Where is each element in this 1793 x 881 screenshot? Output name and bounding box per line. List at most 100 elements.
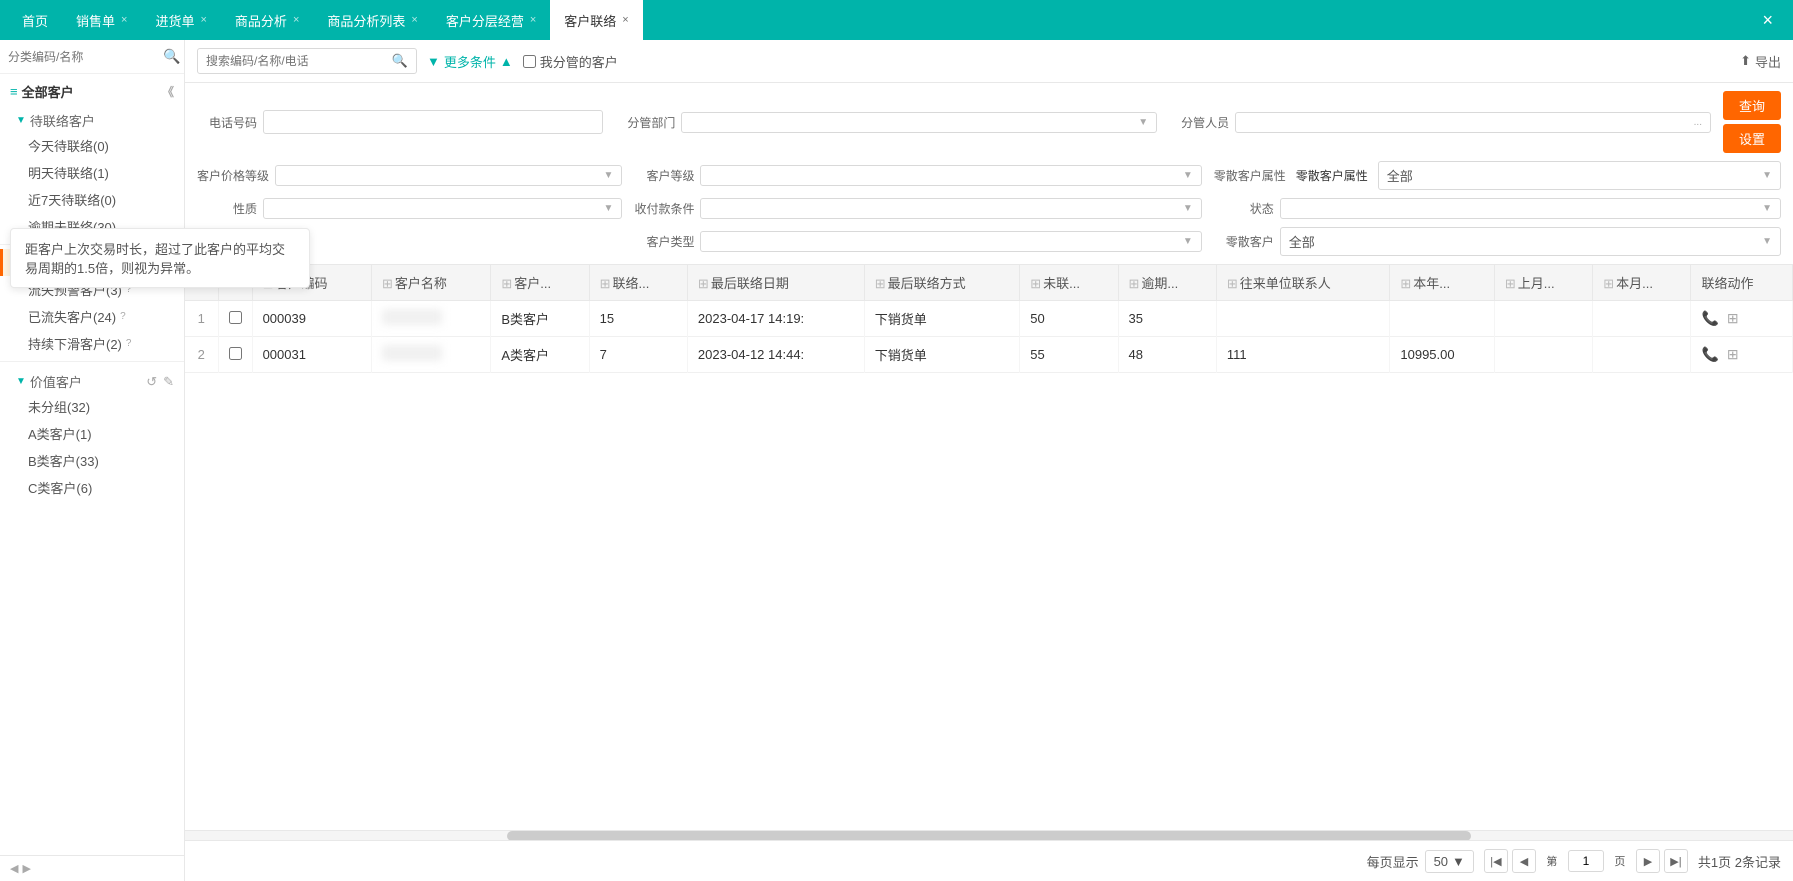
my-customers-checkbox[interactable] (523, 55, 536, 68)
nav-item-product-analysis[interactable]: 商品分析 × (221, 0, 313, 40)
filter-branch-person: 分管人员 ... (1169, 112, 1711, 133)
row-last-month-1 (1494, 301, 1592, 337)
window-close-button[interactable]: × (1762, 10, 1785, 31)
th-overdue[interactable]: ⊞逾期... (1118, 265, 1216, 301)
left-arrow-icon[interactable]: ◀ (10, 862, 18, 875)
filter-gender: 性质 ▼ (197, 198, 622, 219)
filter-panel: 电话号码 分管部门 ▼ 分管人员 ... (185, 83, 1793, 265)
contact-method-link-2[interactable]: 下销货单 (875, 348, 927, 363)
gender-select[interactable]: ▼ (263, 198, 622, 219)
settings-button[interactable]: 设置 (1723, 124, 1781, 153)
nav-item-product-list[interactable]: 商品分析列表 × (313, 0, 431, 40)
last-page-button[interactable]: ▶| (1664, 849, 1688, 873)
sidebar-search-area: 🔍 (0, 40, 184, 74)
nav-label-sales: 销售单 (76, 11, 115, 30)
th-last-contact-date[interactable]: ⊞最后联络日期 (687, 265, 864, 301)
phone-input[interactable] (263, 110, 603, 134)
payment-select[interactable]: ▼ (700, 198, 1201, 219)
th-contact-count[interactable]: ⊞联络... (589, 265, 687, 301)
price-level-select[interactable]: ▼ (275, 165, 622, 186)
sidebar-item-declining[interactable]: 持续下滑客户(2) ? (0, 330, 184, 357)
sidebar-item-ungrouped[interactable]: 未分组(32) (0, 393, 184, 420)
contact-method-link-1[interactable]: 下销货单 (875, 312, 927, 327)
close-icon-customer-contact[interactable]: × (622, 14, 628, 26)
next-page-button[interactable]: ▶ (1636, 849, 1660, 873)
close-icon-purchase[interactable]: × (200, 14, 206, 26)
footer: 每页显示 50 ▼ |◀ ◀ 第 页 ▶ ▶| 共1页 2条记录 (185, 840, 1793, 881)
th-action: 联络动作 (1691, 265, 1793, 301)
more-action-icon-1[interactable]: ⊞ (1727, 310, 1739, 327)
nav-item-sales[interactable]: 销售单 × (62, 0, 141, 40)
pending-contact-group: ▼ 待联络客户 (0, 105, 184, 132)
th-name[interactable]: ⊞客户名称 (371, 265, 490, 301)
more-filter-button[interactable]: ▼ 更多条件 ▲ (427, 52, 513, 71)
th-company-contact[interactable]: ⊞往来单位联系人 (1216, 265, 1390, 301)
retail-customer-select[interactable]: 全部 ▼ (1280, 227, 1781, 256)
th-last-contact-method[interactable]: ⊞最后联络方式 (864, 265, 1020, 301)
close-icon-product-list[interactable]: × (411, 14, 417, 26)
row-this-year-2: 10995.00 (1390, 337, 1495, 373)
pagination-nav: |◀ ◀ 第 页 ▶ ▶| (1484, 849, 1688, 873)
more-action-icon-2[interactable]: ⊞ (1727, 346, 1739, 363)
sidebar-search-input[interactable] (8, 50, 163, 64)
horizontal-scrollbar[interactable] (185, 830, 1793, 840)
customer-type-select[interactable]: ▼ (700, 231, 1201, 252)
th-uncontacted[interactable]: ⊞未联... (1020, 265, 1118, 301)
row-code-2: 000031 (252, 337, 371, 373)
phone-action-icon-2[interactable]: 📞 (1701, 346, 1718, 363)
refresh-icon[interactable]: ↺ (146, 374, 157, 390)
export-button[interactable]: ⬆ 导出 (1740, 52, 1781, 71)
query-button[interactable]: 查询 (1723, 91, 1781, 120)
row-select-checkbox-1[interactable] (229, 311, 242, 324)
search-input[interactable] (206, 54, 392, 68)
close-icon-customer-segment[interactable]: × (530, 14, 536, 26)
th-last-month[interactable]: ⊞上月... (1494, 265, 1592, 301)
customer-type-arrow: ▼ (1183, 236, 1193, 247)
row-select-checkbox-2[interactable] (229, 347, 242, 360)
right-arrow-icon[interactable]: ▶ (22, 862, 30, 875)
phone-action-icon-1[interactable]: 📞 (1701, 310, 1718, 327)
per-page-label: 每页显示 (1367, 852, 1419, 871)
close-icon-product-analysis[interactable]: × (293, 14, 299, 26)
filter-branch-dept: 分管部门 ▼ (615, 112, 1157, 133)
sidebar-item-7days[interactable]: 近7天待联络(0) (0, 186, 184, 213)
retail-attr-select[interactable]: 全部 ▼ (1378, 161, 1781, 190)
branch-person-select[interactable]: ... (1235, 112, 1711, 133)
nav-item-home[interactable]: 首页 (8, 0, 62, 40)
close-icon-sales[interactable]: × (121, 14, 127, 26)
sidebar-item-lost-customers[interactable]: 已流失客户(24) ? (0, 303, 184, 330)
per-page-select[interactable]: 50 ▼ (1425, 850, 1474, 873)
collapse-icon: 《 (162, 83, 174, 100)
customer-level-select[interactable]: ▼ (700, 165, 1201, 186)
filter-customer-type: 客户类型 ▼ (634, 231, 1201, 252)
prev-page-button[interactable]: ◀ (1512, 849, 1536, 873)
first-page-button[interactable]: |◀ (1484, 849, 1508, 873)
page-input[interactable] (1568, 850, 1604, 872)
row-name-1 (371, 301, 490, 337)
status-select[interactable]: ▼ (1280, 198, 1781, 219)
sidebar-item-today[interactable]: 今天待联络(0) (0, 132, 184, 159)
table-header-row: ⚙ ⊞客户编码 ⊞客户名称 ⊞客户... ⊞联络... ⊞最后联络日期 ⊞最后联… (185, 265, 1793, 301)
my-customers-checkbox-label[interactable]: 我分管的客户 (523, 52, 618, 71)
search-icon: 🔍 (392, 53, 408, 69)
nav-item-customer-segment[interactable]: 客户分层经营 × (432, 0, 550, 40)
th-level[interactable]: ⊞客户... (491, 265, 589, 301)
row-checkbox-1 (218, 301, 252, 337)
branch-dept-select[interactable]: ▼ (681, 112, 1157, 133)
per-page-selector: 每页显示 50 ▼ (1367, 850, 1474, 873)
sidebar-item-tomorrow[interactable]: 明天待联络(1) (0, 159, 184, 186)
nav-label-customer-segment: 客户分层经营 (446, 11, 524, 30)
payment-arrow: ▼ (1183, 203, 1193, 214)
nav-item-purchase[interactable]: 进货单 × (141, 0, 220, 40)
row-name-2 (371, 337, 490, 373)
sidebar-item-a-class[interactable]: A类客户(1) (0, 420, 184, 447)
nav-item-customer-contact[interactable]: 客户联络 × (550, 0, 642, 40)
th-this-year[interactable]: ⊞本年... (1390, 265, 1495, 301)
sidebar-search-icon: 🔍 (163, 48, 180, 65)
sidebar-item-c-class[interactable]: C类客户(6) (0, 474, 184, 501)
table-row: 2 000031 A类客户 7 2023-04-12 14:44: 下销货单 5… (185, 337, 1793, 373)
sidebar-item-b-class[interactable]: B类客户(33) (0, 447, 184, 474)
all-customers-header[interactable]: ≡ 全部客户 《 (0, 74, 184, 105)
edit-icon[interactable]: ✎ (163, 374, 174, 390)
th-this-month[interactable]: ⊞本月... (1593, 265, 1691, 301)
